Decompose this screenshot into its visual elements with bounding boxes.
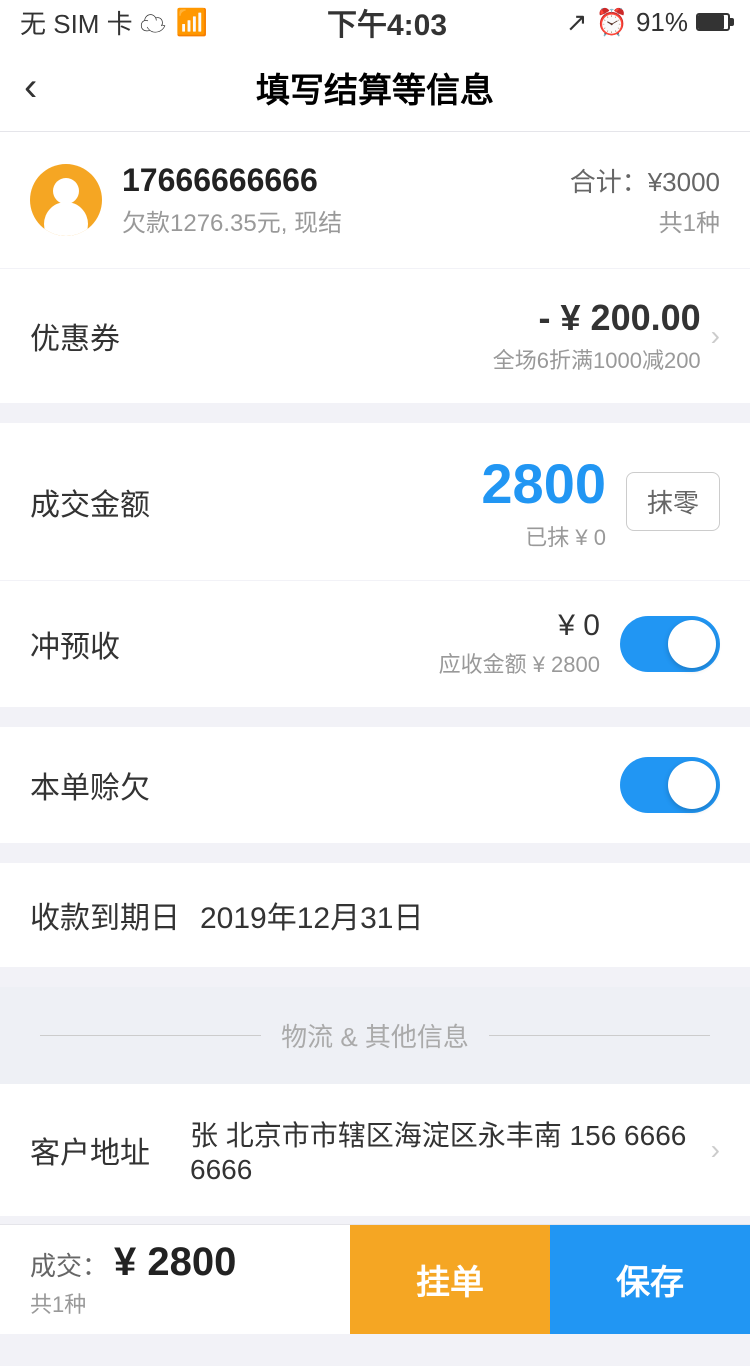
total-count: 共1种 — [570, 203, 720, 238]
status-time: 下午4:03 — [327, 0, 447, 44]
back-button[interactable]: ‹ — [24, 65, 37, 110]
deal-erased: 已抹 ¥ 0 — [481, 520, 606, 552]
battery-icon — [696, 13, 730, 31]
debt-label: 本单赊欠 — [30, 763, 150, 807]
prepay-label: 冲预收 — [30, 622, 120, 666]
status-bar: 无 SIM 卡 ☁ 📶 下午4:03 ↗ ⏰ 91% — [0, 0, 750, 44]
wifi-icon: 📶 — [176, 7, 208, 38]
bottom-count: 共1种 — [30, 1287, 320, 1319]
divider-section: 物流 & 其他信息 — [0, 987, 750, 1084]
address-value: 张 北京市市辖区海淀区永丰南 156 6666 6666 — [190, 1114, 711, 1186]
prepay-toggle[interactable] — [620, 616, 720, 672]
debt-row: 本单赊欠 — [0, 727, 750, 843]
coupon-label: 优惠券 — [30, 314, 120, 358]
due-row: 收款到期日 2019年12月31日 — [0, 863, 750, 967]
toggle-thumb-debt — [668, 761, 716, 809]
bottom-deal-amount: ¥ 2800 — [114, 1240, 236, 1285]
prepay-value: ¥ 0 — [439, 609, 600, 643]
sim-signal: 无 SIM 卡 ☁ — [20, 4, 166, 41]
user-row: 17666666666 欠款1276.35元, 现结 合计：¥3000 共1种 — [0, 132, 750, 268]
round-zero-button[interactable]: 抹零 — [626, 472, 720, 531]
address-row[interactable]: 客户地址 张 北京市市辖区海淀区永丰南 156 6666 6666 › — [0, 1084, 750, 1216]
coupon-desc: 全场6折满1000减200 — [493, 343, 701, 375]
address-section[interactable]: 客户地址 张 北京市市辖区海淀区永丰南 156 6666 6666 › — [0, 1084, 750, 1216]
divider-text: 物流 & 其他信息 — [281, 1017, 469, 1054]
deal-label: 成交金额 — [30, 480, 150, 524]
debt-toggle[interactable] — [620, 757, 720, 813]
due-label: 收款到期日 — [30, 893, 180, 937]
prepay-sub: 应收金额 ¥ 2800 — [439, 647, 600, 679]
alarm-icon: ⏰ — [596, 7, 628, 38]
deal-section: 成交金额 2800 已抹 ¥ 0 抹零 冲预收 ¥ 0 应收金额 ¥ 2800 — [0, 423, 750, 707]
divider-line-right — [489, 1035, 710, 1036]
address-chevron-icon: › — [711, 1134, 720, 1166]
prepay-row: 冲预收 ¥ 0 应收金额 ¥ 2800 — [0, 581, 750, 707]
deal-row: 成交金额 2800 已抹 ¥ 0 抹零 — [0, 423, 750, 581]
coupon-row[interactable]: 优惠券 - ¥ 200.00 全场6折满1000减200 › — [0, 268, 750, 403]
due-value: 2019年12月31日 — [200, 893, 423, 937]
bottom-deal-label: 成交： — [30, 1246, 108, 1283]
save-button[interactable]: 保存 — [550, 1225, 750, 1334]
hold-button[interactable]: 挂单 — [350, 1225, 550, 1334]
user-phone: 17666666666 — [122, 162, 342, 199]
user-card: 17666666666 欠款1276.35元, 现结 合计：¥3000 共1种 … — [0, 132, 750, 403]
nav-bar: ‹ 填写结算等信息 — [0, 44, 750, 132]
divider-line-left — [40, 1035, 261, 1036]
coupon-chevron-icon: › — [711, 320, 720, 352]
address-label: 客户地址 — [30, 1128, 150, 1172]
total-label: 合计：¥3000 — [570, 162, 720, 199]
status-right: ↗ ⏰ 91% — [566, 7, 730, 38]
bottom-summary: 成交： ¥ 2800 共1种 — [0, 1225, 350, 1334]
page-title: 填写结算等信息 — [256, 63, 494, 112]
debt-section: 本单赊欠 — [0, 727, 750, 843]
user-sub: 欠款1276.35元, 现结 — [122, 203, 342, 238]
status-left: 无 SIM 卡 ☁ 📶 — [20, 4, 208, 41]
avatar — [30, 164, 102, 236]
deal-amount: 2800 — [481, 451, 606, 516]
coupon-discount: - ¥ 200.00 — [493, 297, 701, 339]
due-section: 收款到期日 2019年12月31日 — [0, 863, 750, 967]
location-icon: ↗ — [566, 7, 588, 38]
bottom-bar: 成交： ¥ 2800 共1种 挂单 保存 — [0, 1224, 750, 1334]
toggle-thumb — [668, 620, 716, 668]
battery-level: 91% — [636, 7, 688, 38]
